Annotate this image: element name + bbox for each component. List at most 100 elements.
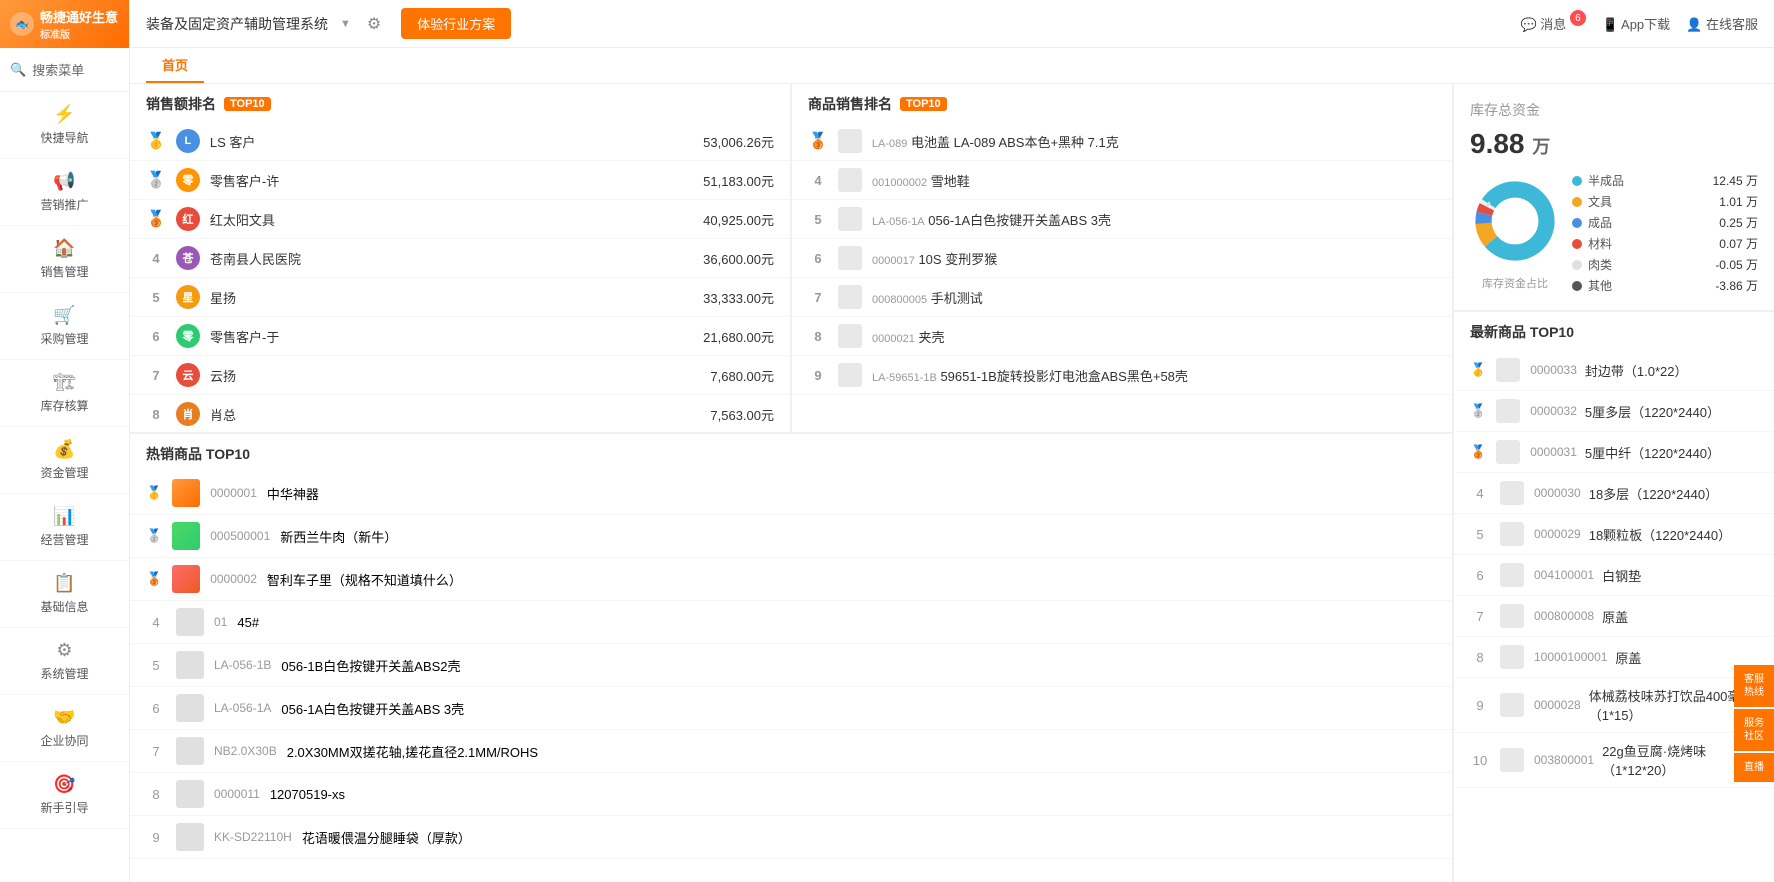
inventory-icon: 🏗: [53, 372, 76, 393]
app-name: 畅捷通好生意: [40, 7, 118, 26]
inventory-section: 库存总资金 9.88 万: [1454, 84, 1774, 310]
sidebar-item-enterprise[interactable]: 🤝 企业协同: [0, 695, 129, 762]
legend-name: 成品: [1588, 214, 1713, 231]
live-stream-button[interactable]: 直播: [1734, 753, 1774, 782]
rank-number: 5: [808, 212, 828, 227]
hot-products-list: 🥇 0000001 中华神器 🥈 000500001 新西兰牛肉（新牛） 🥉: [130, 472, 1452, 882]
product-name: 原盖: [1602, 607, 1628, 626]
service-community-button[interactable]: 服务社区: [1734, 709, 1774, 751]
message-badge: 6: [1570, 10, 1586, 26]
search-menu-button[interactable]: 🔍 搜索菜单: [10, 56, 119, 83]
chevron-down-icon: ▼: [340, 18, 351, 30]
rank-number: 6: [146, 329, 166, 344]
gold-medal-icon: 🥇: [1470, 362, 1486, 378]
legend-name: 肉类: [1588, 256, 1709, 273]
sidebar-item-marketing[interactable]: 📢 营销推广: [0, 159, 129, 226]
list-item: 7 NB2.0X30B 2.0X30MM双搓花轴,搓花直径2.1MM/ROHS: [130, 730, 1452, 773]
legend-value: 12.45 万: [1713, 172, 1758, 189]
online-service-button[interactable]: 👤 在线客服: [1686, 14, 1758, 33]
bronze-medal-icon: 🥉: [146, 209, 166, 229]
product-code: 01: [214, 615, 227, 629]
sales-ranking-list: 🥇 L LS 客户 53,006.26元 🥈 零 零售客户-许 51,183.0…: [130, 122, 790, 432]
product-code: KK-SD22110H: [214, 830, 292, 844]
product-info: 004100001 白钢垫: [1534, 566, 1758, 585]
sidebar-item-label: 新手引导: [40, 799, 88, 816]
rank-number: 7: [146, 368, 166, 383]
product-thumb: [176, 780, 204, 808]
customer-name: 云扬: [210, 366, 700, 385]
product-code: LA-056-1A: [214, 701, 271, 715]
search-icon: 🔍: [10, 62, 26, 78]
product-name: 12070519-xs: [270, 787, 345, 802]
settings-icon[interactable]: ⚙: [367, 14, 381, 34]
main-area: 装备及固定资产辅助管理系统 ▼ ⚙ 体验行业方案 💬 消息 6 📱 App下载 …: [130, 0, 1774, 882]
sales-amount: 21,680.00元: [703, 327, 774, 346]
legend-color-dot: [1572, 281, 1582, 291]
inventory-chart-area: 库存资金占比 半成品 12.45 万 文具 1.01 万: [1470, 172, 1758, 294]
product-thumb: [1496, 399, 1520, 423]
product-name: 056-1B白色按键开关盖ABS2壳: [281, 656, 460, 675]
tab-home[interactable]: 首页: [146, 48, 204, 83]
product-code: 000500001: [210, 529, 270, 543]
product-name: 45#: [237, 615, 259, 630]
product-code: 0000002: [210, 572, 257, 586]
finance-icon: 💰: [53, 439, 75, 460]
customer-name: LS 客户: [210, 132, 693, 151]
product-name: 10S 变刑罗猴: [918, 252, 997, 267]
message-button[interactable]: 💬 消息 6: [1520, 14, 1585, 33]
legend-name: 半成品: [1588, 172, 1707, 189]
legend-color-dot: [1572, 197, 1582, 207]
hot-products-panel: 热销商品 TOP10 🥇 0000001 中华神器 🥈 000500001 新西…: [130, 434, 1452, 882]
sidebar-item-inventory[interactable]: 🏗 库存核算: [0, 360, 129, 427]
product-thumb: [176, 608, 204, 636]
sidebar-item-operations[interactable]: 📊 经营管理: [0, 494, 129, 561]
sidebar-item-label: 基础信息: [40, 598, 88, 615]
sidebar-item-sales[interactable]: 🏠 销售管理: [0, 226, 129, 293]
product-thumb: [838, 363, 862, 387]
list-item: 5 0000029 18颗粒板（1220*2440）: [1454, 514, 1774, 555]
rank-number: 8: [146, 787, 166, 802]
header-right: 💬 消息 6 📱 App下载 👤 在线客服: [1520, 14, 1758, 33]
sidebar-search[interactable]: 🔍 搜索菜单: [0, 48, 129, 92]
trial-button[interactable]: 体验行业方案: [401, 8, 511, 39]
product-name: 电池盖 LA-089 ABS本色+黑种 7.1克: [911, 135, 1119, 150]
sidebar-item-purchase[interactable]: 🛒 采购管理: [0, 293, 129, 360]
list-item: 7 000800008 原盖: [1454, 596, 1774, 637]
legend-item: 肉类 -0.05 万: [1572, 256, 1758, 273]
product-code: 0000031: [1530, 445, 1577, 459]
app-download-button[interactable]: 📱 App下载: [1602, 14, 1670, 33]
sidebar-item-quick-nav[interactable]: ⚡ 快捷导航: [0, 92, 129, 159]
list-item: 8 10000100001 原盖: [1454, 637, 1774, 678]
sidebar-item-label: 营销推广: [40, 196, 88, 213]
product-info: 0000029 18颗粒板（1220*2440）: [1534, 525, 1758, 544]
rank-number: 5: [146, 658, 166, 673]
rank-number: 4: [808, 173, 828, 188]
sidebar-item-label: 销售管理: [40, 263, 88, 280]
sidebar-item-finance[interactable]: 💰 资金管理: [0, 427, 129, 494]
bronze-medal-icon: 🥉: [808, 131, 828, 151]
product-info: 0000028 体械荔枝味苏打饮品400毫升（1*15）: [1534, 686, 1758, 724]
app-edition: 标准版: [40, 26, 118, 41]
list-item: 9 KK-SD22110H 花语暖偎温分腿睡袋（厚款）: [130, 816, 1452, 859]
customer-service-button[interactable]: 客服热线: [1734, 665, 1774, 707]
product-code: 0000011: [214, 787, 260, 801]
product-code: NB2.0X30B: [214, 744, 277, 758]
product-thumb: [1500, 604, 1524, 628]
product-code: LA-089: [872, 138, 907, 150]
rank-number: 6: [808, 251, 828, 266]
inventory-title: 库存总资金: [1470, 100, 1758, 120]
product-code: 004100001: [1534, 568, 1594, 582]
legend-item: 成品 0.25 万: [1572, 214, 1758, 231]
sidebar-item-label: 资金管理: [40, 464, 88, 481]
basic-info-icon: 📋: [53, 573, 75, 594]
product-ranking-panel: 商品销售排名 TOP10 🥉 LA-089 电池盖 LA-089 ABS本色+黑…: [792, 84, 1452, 432]
sidebar-item-basic-info[interactable]: 📋 基础信息: [0, 561, 129, 628]
list-item: 5 LA-056-1B 056-1B白色按键开关盖ABS2壳: [130, 644, 1452, 687]
rank-number: 8: [146, 407, 166, 422]
table-row: 4 001000002 雪地鞋: [792, 161, 1452, 200]
sidebar-item-guide[interactable]: 🎯 新手引导: [0, 762, 129, 829]
hot-products-title: 热销商品 TOP10: [146, 444, 250, 464]
sidebar-item-system[interactable]: ⚙ 系统管理: [0, 628, 129, 695]
chart-legend: 半成品 12.45 万 文具 1.01 万 成品 0.25 万: [1572, 172, 1758, 294]
purchase-icon: 🛒: [53, 305, 75, 326]
